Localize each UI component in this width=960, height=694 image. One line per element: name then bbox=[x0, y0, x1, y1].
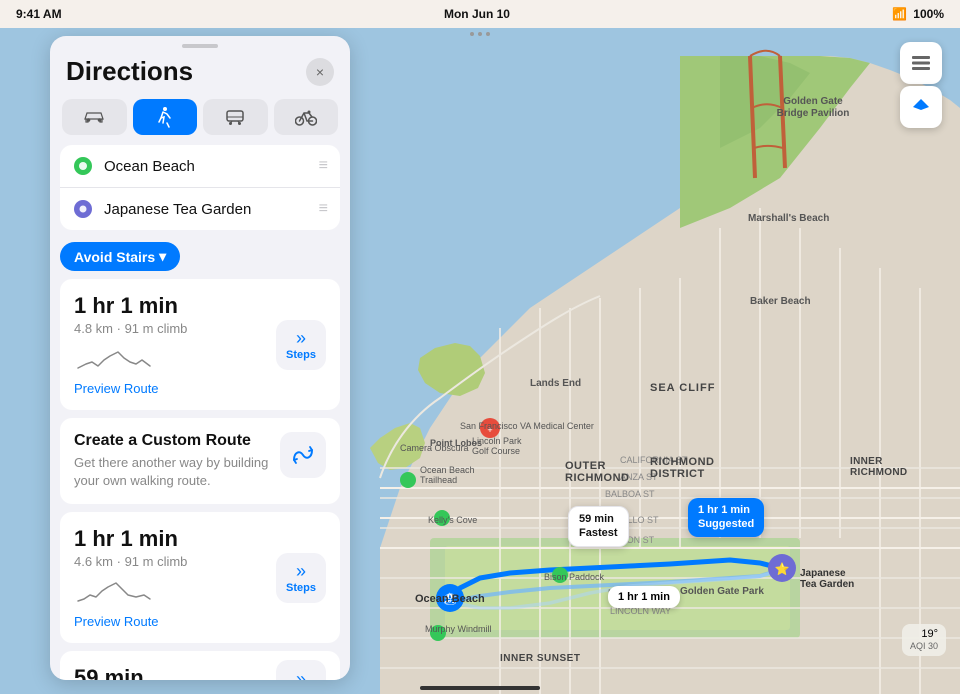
transport-bike[interactable] bbox=[274, 99, 339, 135]
route-2-time: 1 hr 1 min bbox=[74, 526, 326, 552]
locations-section: Ocean Beach ≡ Japanese Tea Garden ≡ bbox=[60, 145, 340, 230]
route-1-elevation bbox=[74, 344, 154, 372]
dest-row: Japanese Tea Garden ≡ bbox=[60, 188, 340, 230]
dest-icon-container bbox=[72, 198, 94, 220]
label-sfva: San Francisco VA Medical Center bbox=[460, 421, 594, 431]
label-oceanbeachtrailhead: Ocean BeachTrailhead bbox=[420, 465, 475, 485]
label-cameraobscura: Camera Obscura bbox=[400, 443, 469, 453]
callout-suggested-time: 1 hr 1 min bbox=[698, 503, 754, 517]
label-baker: Baker Beach bbox=[750, 296, 811, 307]
label-kellyscove: Kelly's Cove bbox=[428, 515, 477, 525]
callout-route1[interactable]: 1 hr 1 min bbox=[608, 586, 680, 608]
avoid-stairs-label: Avoid Stairs bbox=[74, 249, 155, 265]
label-richmond: RICHMONDDISTRICT bbox=[650, 456, 715, 480]
label-lincolnpark: Lincoln ParkGolf Course bbox=[472, 436, 522, 456]
route-1-time: 1 hr 1 min bbox=[74, 293, 326, 319]
route-card-2: 1 hr 1 min 4.6 km · 91 m climb Preview R… bbox=[60, 512, 340, 643]
svg-text:BALBOA ST: BALBOA ST bbox=[605, 489, 655, 499]
origin-row: Ocean Beach ≡ bbox=[60, 145, 340, 188]
callout-fastest[interactable]: 59 min Fastest bbox=[568, 506, 629, 547]
dest-name: Japanese Tea Garden bbox=[104, 201, 309, 218]
label-murphywindmill: Murphy Windmill bbox=[425, 624, 492, 634]
directions-panel: Directions × bbox=[50, 36, 350, 680]
route-2-steps-chevron-icon: » bbox=[296, 561, 306, 582]
route-1-steps-label: Steps bbox=[286, 349, 316, 361]
route-1-steps-btn[interactable]: » Steps bbox=[276, 320, 326, 370]
weather-aqi: AQI 30 bbox=[910, 641, 938, 651]
custom-route-icon bbox=[280, 432, 326, 478]
route-2-preview[interactable]: Preview Route bbox=[74, 614, 326, 629]
origin-reorder-icon[interactable]: ≡ bbox=[319, 157, 328, 175]
panel-title: Directions bbox=[66, 56, 193, 87]
svg-text:⭐: ⭐ bbox=[775, 562, 790, 576]
label-innersunset: INNER SUNSET bbox=[500, 653, 580, 664]
transport-walk[interactable] bbox=[133, 99, 198, 135]
origin-name: Ocean Beach bbox=[104, 158, 309, 175]
status-right: 📶 100% bbox=[892, 7, 944, 21]
label-landsend: Lands End bbox=[530, 378, 581, 389]
status-time: 9:41 AM bbox=[16, 7, 62, 21]
avoid-stairs-btn[interactable]: Avoid Stairs ▾ bbox=[60, 242, 180, 271]
close-button[interactable]: × bbox=[306, 58, 334, 86]
callout-fastest-time: 59 min bbox=[579, 512, 618, 526]
label-marshalls: Marshall's Beach bbox=[748, 213, 829, 224]
callout-suggested-label: Suggested bbox=[698, 517, 754, 531]
location-btn[interactable] bbox=[900, 86, 942, 128]
callout-suggested[interactable]: 1 hr 1 min Suggested bbox=[688, 498, 764, 537]
label-outerrichmond: OUTERRICHMOND bbox=[565, 460, 630, 484]
options-row: Avoid Stairs ▾ bbox=[50, 238, 350, 279]
transport-transit[interactable] bbox=[203, 99, 268, 135]
transport-modes bbox=[50, 95, 350, 145]
label-seacliff: SEA CLIFF bbox=[650, 382, 715, 394]
route-2-steps-btn[interactable]: » Steps bbox=[276, 553, 326, 603]
home-indicator bbox=[420, 686, 540, 690]
callout-route1-time: 1 hr 1 min bbox=[618, 590, 670, 604]
dest-icon bbox=[74, 200, 92, 218]
route-2-steps-label: Steps bbox=[286, 582, 316, 594]
status-date: Mon Jun 10 bbox=[444, 7, 510, 21]
route-3-steps-chevron-icon: » bbox=[296, 669, 306, 680]
label-bisonpaddock: Bison Paddock bbox=[544, 572, 604, 582]
map-layers-btn[interactable] bbox=[900, 42, 942, 84]
label-jteagarden: JapaneseTea Garden bbox=[800, 568, 854, 590]
drag-handle[interactable] bbox=[182, 44, 218, 48]
label-innerrichmond: INNERRICHMOND bbox=[850, 456, 907, 478]
custom-route-title: Create a Custom Route bbox=[74, 432, 270, 450]
origin-icon-container bbox=[72, 155, 94, 177]
routes-scroll[interactable]: 1 hr 1 min 4.8 km · 91 m climb Preview R… bbox=[50, 279, 350, 680]
callout-fastest-label: Fastest bbox=[579, 526, 618, 540]
route-1-preview[interactable]: Preview Route bbox=[74, 381, 326, 396]
custom-route-description: Get there another way by building your o… bbox=[74, 454, 270, 490]
battery-level: 100% bbox=[913, 7, 944, 21]
origin-icon bbox=[74, 157, 92, 175]
panel-header: Directions × bbox=[50, 52, 350, 95]
top-dots bbox=[470, 32, 490, 36]
label-oceanbeach: Ocean Beach bbox=[415, 593, 485, 605]
steps-chevron-icon: » bbox=[296, 328, 306, 349]
wifi-icon: 📶 bbox=[892, 7, 907, 21]
weather-temp: 19° bbox=[921, 628, 938, 640]
chevron-down-icon: ▾ bbox=[159, 248, 166, 265]
custom-route-card[interactable]: Create a Custom Route Get there another … bbox=[60, 418, 340, 504]
route-2-elevation bbox=[74, 577, 154, 605]
status-bar: 9:41 AM Mon Jun 10 📶 100% bbox=[0, 0, 960, 28]
route-card-1: 1 hr 1 min 4.8 km · 91 m climb Preview R… bbox=[60, 279, 340, 410]
route-3-steps-btn[interactable]: » Steps bbox=[276, 660, 326, 680]
map-btn-group bbox=[900, 42, 942, 128]
custom-route-text: Create a Custom Route Get there another … bbox=[74, 432, 270, 490]
dest-reorder-icon[interactable]: ≡ bbox=[319, 200, 328, 218]
label-ggbridge: Golden Gate Bridge Pavilion bbox=[768, 96, 858, 120]
label-ggpark: Golden Gate Park bbox=[680, 586, 764, 597]
route-card-3: 59 min 4.6 km · 91 m climb » Steps bbox=[60, 651, 340, 680]
transport-car[interactable] bbox=[62, 99, 127, 135]
weather-badge: 19° AQI 30 bbox=[902, 624, 946, 656]
